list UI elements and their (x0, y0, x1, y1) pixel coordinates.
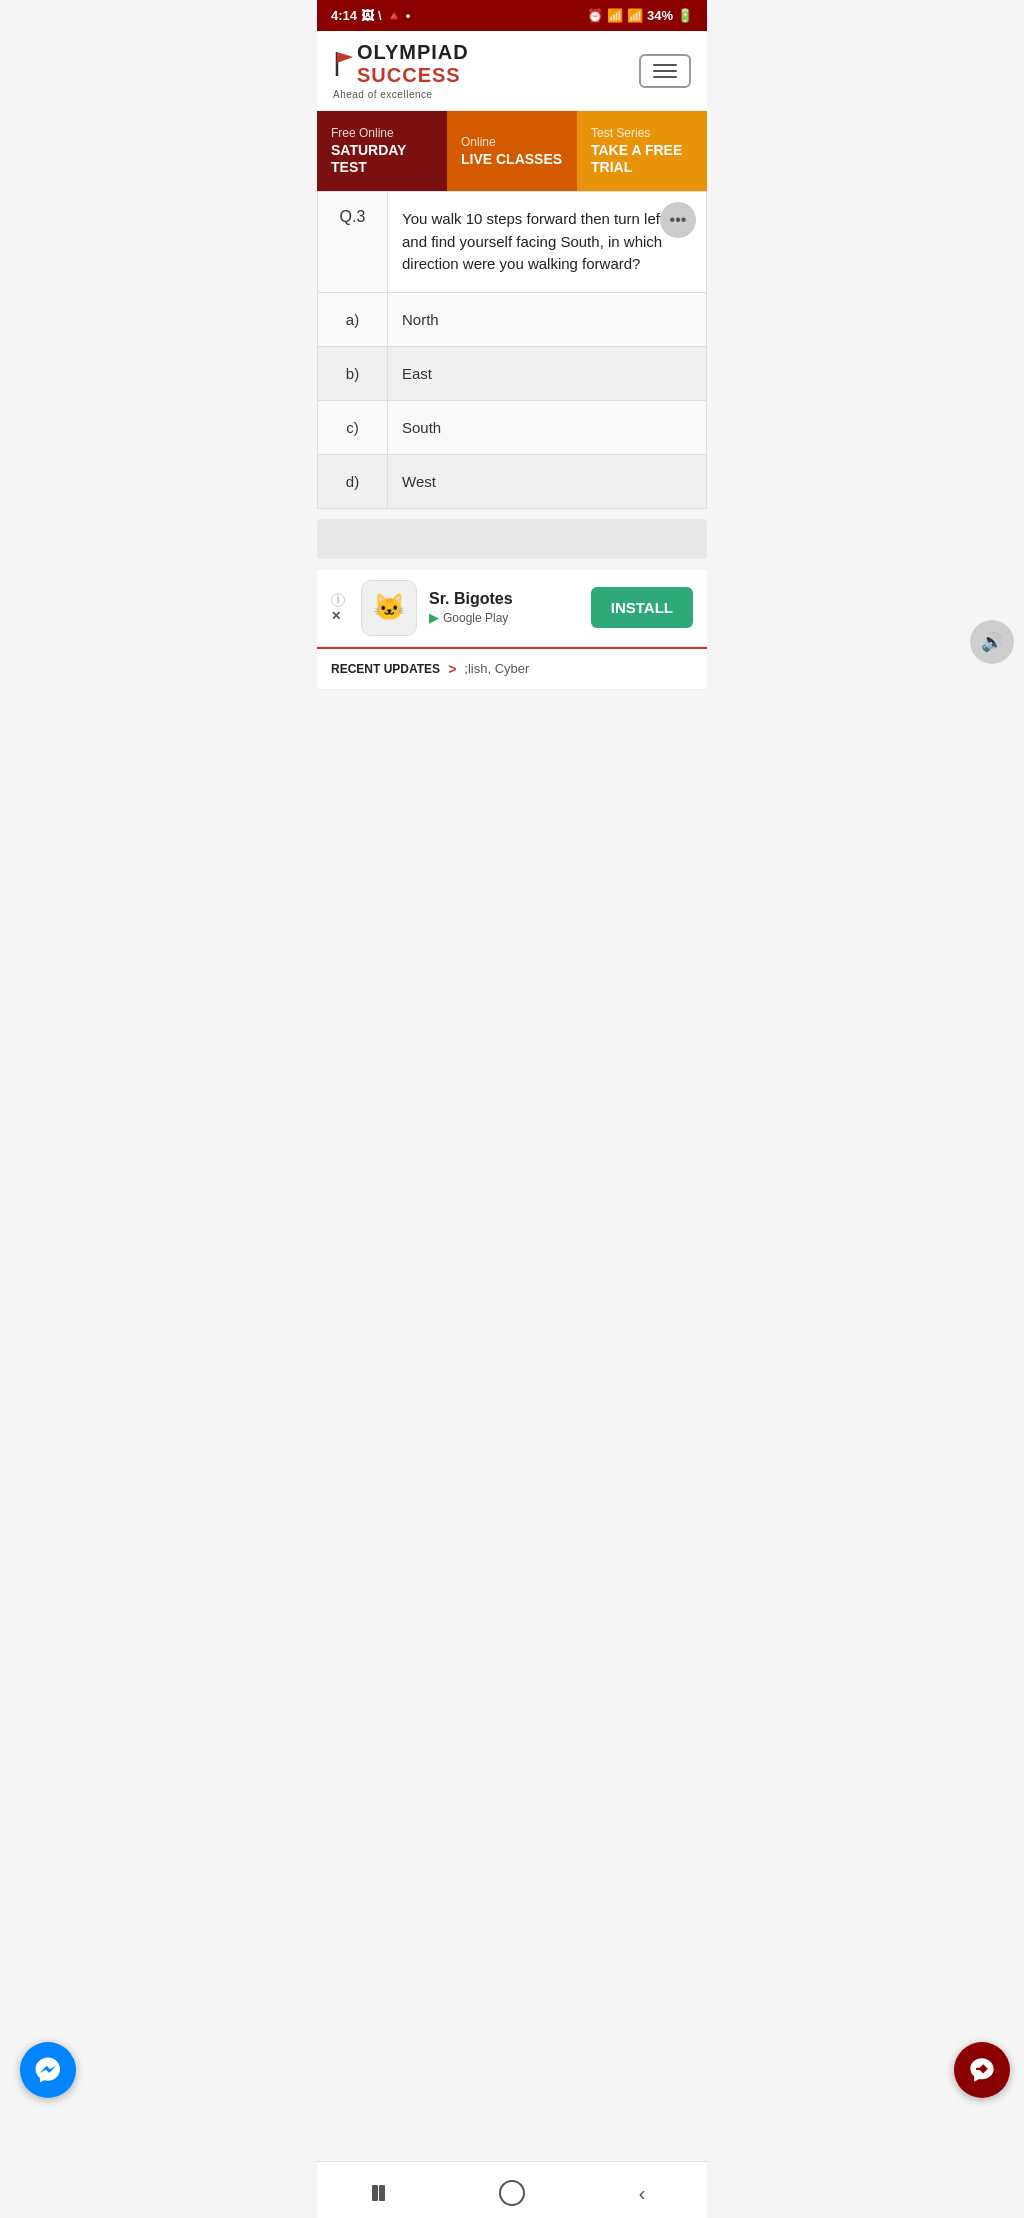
option-text-b: East (388, 347, 706, 400)
logo-olympiad: OLYMPIAD (357, 41, 469, 64)
logo-flag-icon (333, 50, 355, 78)
option-row-c[interactable]: c) South (318, 401, 706, 455)
option-label-b: b) (318, 347, 388, 400)
alarm-icon: ⏰ (587, 8, 603, 23)
ad-close-button[interactable]: ✕ (331, 609, 345, 623)
option-text-c: South (388, 401, 706, 454)
logo-text-block: OLYMPIAD SUCCESS (357, 41, 469, 87)
status-right: ⏰ 📶 📶 34% 🔋 (587, 8, 693, 23)
question-table: Q.3 You walk 10 steps forward then turn … (317, 191, 707, 509)
nav-banner-live-classes[interactable]: Online LIVE CLASSES (447, 111, 577, 191)
recent-updates-label: RECENT UPDATES (331, 662, 440, 676)
logo-tagline: Ahead of excellence (333, 89, 469, 100)
nav-banner-series-bottom: TAKE A FREE TRIAL (591, 142, 693, 176)
question-content: You walk 10 steps forward then turn left… (388, 192, 706, 292)
status-bar: 4:14 🖼 \ 🔺 • ⏰ 📶 📶 34% 🔋 (317, 0, 707, 31)
question-number: Q.3 (318, 192, 388, 292)
alert-icon: 🔺 (386, 8, 402, 23)
wifi-icon: 📶 (607, 8, 623, 23)
nav-banner: Free Online SATURDAY TEST Online LIVE CL… (317, 111, 707, 191)
question-row: Q.3 You walk 10 steps forward then turn … (318, 192, 706, 293)
battery-icon: 🔋 (677, 8, 693, 23)
nav-banner-free-test[interactable]: Free Online SATURDAY TEST (317, 111, 447, 191)
logo-success: SUCCESS (357, 64, 469, 87)
nav-banner-live-bottom: LIVE CLASSES (461, 151, 563, 168)
gray-placeholder (317, 519, 707, 559)
ad-app-name: Sr. Bigotes (429, 590, 579, 608)
recent-updates-bar[interactable]: RECENT UPDATES > ;lish, Cyber (317, 647, 707, 690)
recent-updates-arrow: > (448, 661, 456, 677)
ad-close-area: i ✕ (331, 593, 345, 623)
hamburger-line-1 (653, 64, 677, 66)
play-store-icon: ▶ (429, 610, 439, 625)
option-label-a: a) (318, 293, 388, 346)
option-text-d: West (388, 455, 706, 508)
recent-updates-text: ;lish, Cyber (464, 661, 529, 676)
ad-store: ▶ Google Play (429, 610, 579, 625)
nav-banner-live-top: Online (461, 135, 563, 149)
status-left: 4:14 🖼 \ 🔺 • (331, 8, 410, 23)
bottom-spacer (317, 690, 707, 770)
signal-icon: 📶 (627, 8, 643, 23)
ad-info: Sr. Bigotes ▶ Google Play (429, 590, 579, 625)
navbar: OLYMPIAD SUCCESS Ahead of excellence (317, 31, 707, 111)
status-time: 4:14 (331, 8, 357, 23)
ad-banner: i ✕ 🐱 Sr. Bigotes ▶ Google Play INSTALL (317, 569, 707, 647)
logo: OLYMPIAD SUCCESS Ahead of excellence (333, 41, 469, 100)
ad-app-icon: 🐱 (361, 580, 417, 636)
battery-text: 34% (647, 8, 673, 23)
more-options-button[interactable]: ••• (660, 202, 696, 238)
hamburger-line-2 (653, 70, 677, 72)
ad-store-label: Google Play (443, 611, 508, 625)
nav-banner-free-test-bottom: SATURDAY TEST (331, 142, 433, 176)
option-row-a[interactable]: a) North (318, 293, 706, 347)
nav-banner-test-series[interactable]: Test Series TAKE A FREE TRIAL (577, 111, 707, 191)
hamburger-menu-button[interactable] (639, 54, 691, 88)
logo-wrapper: OLYMPIAD SUCCESS (333, 41, 469, 87)
svg-marker-1 (337, 52, 353, 63)
dot-icon: • (406, 8, 411, 23)
option-text-a: North (388, 293, 706, 346)
camera-icon: 🖼 (361, 8, 374, 23)
status-icon-2: \ (378, 8, 382, 23)
option-row-d[interactable]: d) West (318, 455, 706, 508)
option-row-b[interactable]: b) East (318, 347, 706, 401)
install-button[interactable]: INSTALL (591, 587, 693, 628)
nav-banner-series-top: Test Series (591, 126, 693, 140)
hamburger-line-3 (653, 76, 677, 78)
option-label-d: d) (318, 455, 388, 508)
nav-banner-free-test-top: Free Online (331, 126, 433, 140)
option-label-c: c) (318, 401, 388, 454)
ad-info-badge: i (331, 593, 345, 607)
question-text: You walk 10 steps forward then turn left… (402, 210, 664, 272)
